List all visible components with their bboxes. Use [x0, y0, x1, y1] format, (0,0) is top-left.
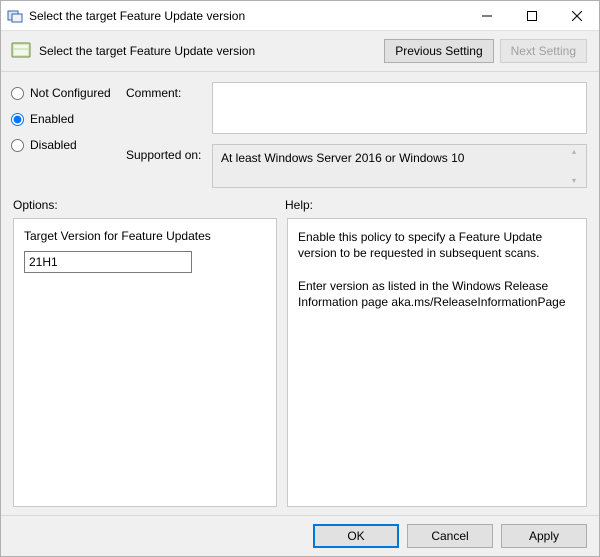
apply-button[interactable]: Apply — [501, 524, 587, 548]
options-panel: Target Version for Feature Updates — [13, 218, 277, 507]
close-button[interactable] — [554, 1, 599, 30]
supported-on-box: At least Windows Server 2016 or Windows … — [212, 144, 587, 188]
cancel-button[interactable]: Cancel — [407, 524, 493, 548]
target-version-input[interactable] — [24, 251, 192, 273]
config-section: Not Configured Enabled Disabled Comment:… — [1, 72, 599, 192]
state-radios: Not Configured Enabled Disabled — [11, 82, 126, 188]
help-header: Help: — [285, 198, 587, 212]
maximize-button[interactable] — [509, 1, 554, 30]
radio-not-configured-label: Not Configured — [30, 86, 111, 100]
radio-enabled-label: Enabled — [30, 112, 74, 126]
radio-disabled-input[interactable] — [11, 139, 24, 152]
app-icon — [7, 8, 23, 24]
help-panel: Enable this policy to specify a Feature … — [287, 218, 587, 507]
policy-title: Select the target Feature Update version — [39, 44, 384, 58]
comment-label: Comment: — [126, 82, 212, 100]
scroll-hint-icons: ▴▾ — [572, 147, 582, 185]
options-help-headers: Options: Help: — [1, 192, 599, 214]
radio-disabled-label: Disabled — [30, 138, 77, 152]
policy-header: Select the target Feature Update version… — [1, 31, 599, 72]
target-version-label: Target Version for Feature Updates — [24, 229, 266, 243]
radio-not-configured[interactable]: Not Configured — [11, 86, 126, 100]
radio-enabled[interactable]: Enabled — [11, 112, 126, 126]
comment-textarea[interactable] — [212, 82, 587, 134]
minimize-button[interactable] — [464, 1, 509, 30]
help-text: Enable this policy to specify a Feature … — [298, 229, 576, 310]
radio-enabled-input[interactable] — [11, 113, 24, 126]
dialog-footer: OK Cancel Apply — [1, 515, 599, 556]
title-bar: Select the target Feature Update version — [1, 1, 599, 31]
supported-on-text: At least Windows Server 2016 or Windows … — [221, 151, 464, 165]
next-setting-button: Next Setting — [500, 39, 587, 63]
previous-setting-button[interactable]: Previous Setting — [384, 39, 493, 63]
options-header: Options: — [13, 198, 285, 212]
radio-disabled[interactable]: Disabled — [11, 138, 126, 152]
radio-not-configured-input[interactable] — [11, 87, 24, 100]
window-controls — [464, 1, 599, 30]
options-help-body: Target Version for Feature Updates Enabl… — [1, 214, 599, 515]
window-title: Select the target Feature Update version — [29, 9, 464, 23]
ok-button[interactable]: OK — [313, 524, 399, 548]
policy-icon — [11, 41, 31, 61]
supported-label: Supported on: — [126, 144, 212, 162]
